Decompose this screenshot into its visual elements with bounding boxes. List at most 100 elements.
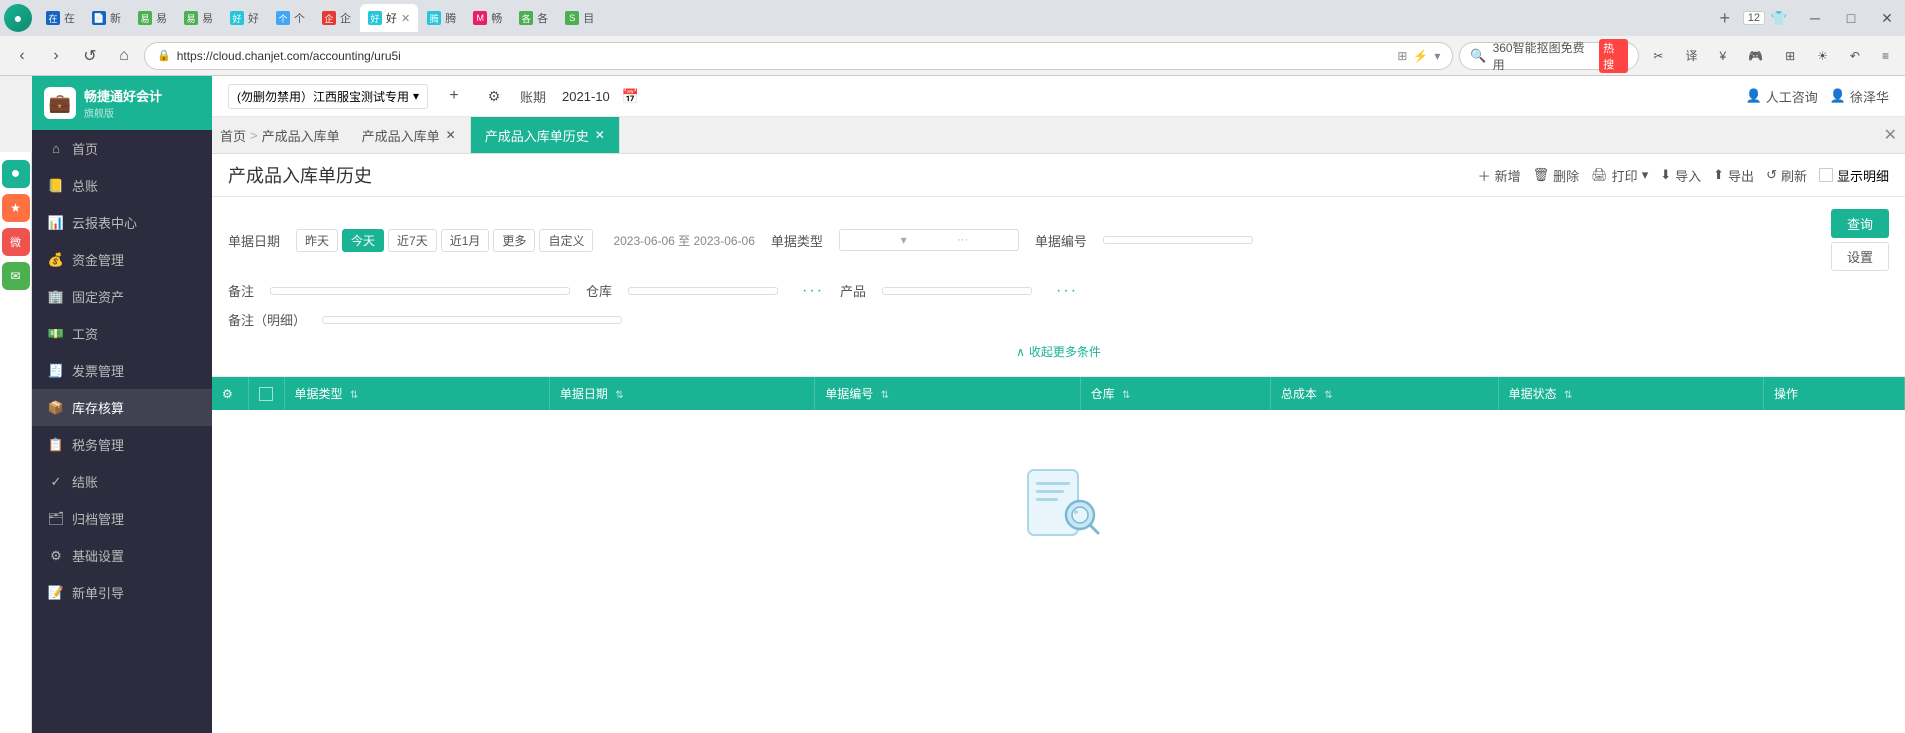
query-button[interactable]: 查询 xyxy=(1831,209,1889,238)
th-warehouse[interactable]: 仓库 ⇅ xyxy=(1080,377,1270,410)
tab-list-page[interactable]: 产成品入库单 ✕ xyxy=(348,117,471,153)
collapse-button[interactable]: ∧ 收起更多条件 xyxy=(1016,343,1101,360)
home-button[interactable]: ⌂ xyxy=(110,42,138,70)
remark-input[interactable] xyxy=(270,287,570,295)
reload-button[interactable]: ↺ xyxy=(76,42,104,70)
th-bill-number[interactable]: 单据编号 ⇅ xyxy=(815,377,1080,410)
tab-6[interactable]: 个 个 xyxy=(268,4,313,32)
tab-11[interactable]: 各 各 xyxy=(511,4,556,32)
tab-history-page[interactable]: 产成品入库单历史 ✕ xyxy=(471,117,620,153)
detail-remark-input[interactable] xyxy=(322,316,622,324)
addr-dropdown-icon[interactable]: ▾ xyxy=(1434,49,1440,63)
sidebar-item-newbill[interactable]: 📝 新单引导 xyxy=(32,574,212,611)
new-tab-button[interactable]: + xyxy=(1711,4,1739,32)
tab-7[interactable]: 企 企 xyxy=(314,4,359,32)
date-btn-today[interactable]: 今天 xyxy=(342,229,384,252)
human-service-button[interactable]: 👤 人工咨询 xyxy=(1746,87,1818,106)
app-icon-orange[interactable]: ★ xyxy=(2,194,30,222)
print-button[interactable]: 🖨 打印 ▾ xyxy=(1591,166,1648,185)
tab-2[interactable]: 📄 新 xyxy=(84,4,129,32)
date-btn-more[interactable]: 更多 xyxy=(493,229,535,252)
address-input[interactable]: 🔒 https://cloud.chanjet.com/accounting/u… xyxy=(144,42,1453,70)
grid-view-button[interactable]: ⊞ xyxy=(1777,42,1803,70)
game-button[interactable]: 🎮 xyxy=(1740,42,1771,70)
sidebar-item-invoice[interactable]: 🧾 发票管理 xyxy=(32,352,212,389)
maximize-button[interactable]: □ xyxy=(1837,4,1865,32)
tab-4[interactable]: 易 易 xyxy=(176,4,221,32)
tab-9[interactable]: 腾 腾 xyxy=(419,4,464,32)
filter-settings-button[interactable]: 设置 xyxy=(1831,242,1889,271)
history-button[interactable]: ↶ xyxy=(1842,42,1868,70)
sidebar-item-assets[interactable]: 🏢 固定资产 xyxy=(32,278,212,315)
import-button[interactable]: ⬇ 导入 xyxy=(1660,166,1701,185)
translate-button[interactable]: 译 xyxy=(1677,42,1705,70)
brightness-button[interactable]: ☀ xyxy=(1809,42,1836,70)
scissors-button[interactable]: ✂ xyxy=(1645,42,1671,70)
bill-number-input[interactable] xyxy=(1103,236,1253,244)
date-btn-7days[interactable]: 近7天 xyxy=(388,229,437,252)
search-box[interactable]: 🔍 360智能抠图免费用 热搜 xyxy=(1459,42,1639,70)
app-icon-main[interactable]: ● xyxy=(2,160,30,188)
settings-icon[interactable]: ⚙ xyxy=(480,82,508,110)
sidebar-item-tax[interactable]: 📋 税务管理 xyxy=(32,426,212,463)
export-button[interactable]: ⬆ 导出 xyxy=(1713,166,1754,185)
breadcrumb-home[interactable]: 首页 xyxy=(220,126,246,145)
tab-list-close[interactable]: ✕ xyxy=(446,128,456,142)
menu-button[interactable]: ≡ xyxy=(1874,42,1897,70)
tab-10[interactable]: M 畅 xyxy=(465,4,510,32)
sidebar-item-archive[interactable]: 🗂 归档管理 xyxy=(32,500,212,537)
show-detail-checkbox[interactable] xyxy=(1819,168,1833,182)
bill-type-label: 单据类型 xyxy=(771,231,823,250)
panel-close-button[interactable]: ✕ xyxy=(1884,125,1905,145)
refresh-button[interactable]: ↺ 刷新 xyxy=(1766,166,1807,185)
product-input[interactable] xyxy=(882,287,1032,295)
sidebar-item-ledger[interactable]: 📒 总账 xyxy=(32,167,212,204)
th-gear[interactable]: ⚙ xyxy=(212,377,248,410)
new-button[interactable]: ＋ 新增 xyxy=(1478,166,1521,185)
th-bill-date[interactable]: 单据日期 ⇅ xyxy=(549,377,814,410)
warehouse-input[interactable] xyxy=(628,287,778,295)
tab-12[interactable]: S 目 xyxy=(557,4,602,32)
shirt-icon[interactable]: 👕 xyxy=(1765,4,1793,32)
user-account-button[interactable]: 👤 徐泽华 xyxy=(1830,87,1889,106)
date-btn-1month[interactable]: 近1月 xyxy=(441,229,490,252)
date-btn-yesterday[interactable]: 昨天 xyxy=(296,229,338,252)
app-icon-email[interactable]: ✉ xyxy=(2,262,30,290)
date-btn-custom[interactable]: 自定义 xyxy=(539,229,593,252)
th-check[interactable] xyxy=(248,377,284,410)
bill-type-select[interactable]: ▾ ··· xyxy=(839,229,1019,251)
sidebar-item-basic[interactable]: ⚙ 基础设置 xyxy=(32,537,212,574)
back-button[interactable]: ‹ xyxy=(8,42,36,70)
sidebar-item-home[interactable]: ⌂ 首页 xyxy=(32,130,212,167)
sidebar-item-funds[interactable]: 💰 资金管理 xyxy=(32,241,212,278)
minimize-button[interactable]: ─ xyxy=(1801,4,1829,32)
tab-5[interactable]: 好 好 xyxy=(222,4,267,32)
sort-warehouse-icon: ⇅ xyxy=(1122,390,1130,401)
sidebar-item-reports[interactable]: 📊 云报表中心 xyxy=(32,204,212,241)
add-company-button[interactable]: + xyxy=(440,82,468,110)
tab-history-close[interactable]: ✕ xyxy=(595,128,605,142)
th-bill-type[interactable]: 单据类型 ⇅ xyxy=(284,377,549,410)
sidebar-item-payroll[interactable]: 💵 工资 xyxy=(32,315,212,352)
warehouse-dots[interactable]: ··· xyxy=(802,282,824,300)
close-button[interactable]: ✕ xyxy=(1873,4,1901,32)
product-dots[interactable]: ··· xyxy=(1056,282,1078,300)
company-selector[interactable]: (勿删勿禁用）江西服宝测试专用 ▾ xyxy=(228,84,428,109)
tab-8[interactable]: 好 好 ✕ xyxy=(360,4,418,32)
new-label: 新增 xyxy=(1495,166,1521,185)
ssl-lock-icon: 🔒 xyxy=(157,49,171,62)
sidebar-item-inventory[interactable]: 📦 库存核算 xyxy=(32,389,212,426)
period-calendar-icon[interactable]: 📅 xyxy=(622,88,639,105)
yuan-button[interactable]: ¥ xyxy=(1711,42,1734,70)
sidebar-item-settle[interactable]: ✓ 结账 xyxy=(32,463,212,500)
tab-3[interactable]: 易 易 xyxy=(130,4,175,32)
delete-button[interactable]: 🗑 删除 xyxy=(1533,166,1580,185)
th-bill-status[interactable]: 单据状态 ⇅ xyxy=(1498,377,1763,410)
select-all-checkbox[interactable] xyxy=(259,387,273,401)
forward-button[interactable]: › xyxy=(42,42,70,70)
tab-1[interactable]: 在 在 xyxy=(38,4,83,32)
tab-8-close[interactable]: ✕ xyxy=(401,12,410,25)
th-total-cost[interactable]: 总成本 ⇅ xyxy=(1270,377,1498,410)
basic-nav-icon: ⚙ xyxy=(48,548,64,564)
app-icon-weibo[interactable]: 微 xyxy=(2,228,30,256)
